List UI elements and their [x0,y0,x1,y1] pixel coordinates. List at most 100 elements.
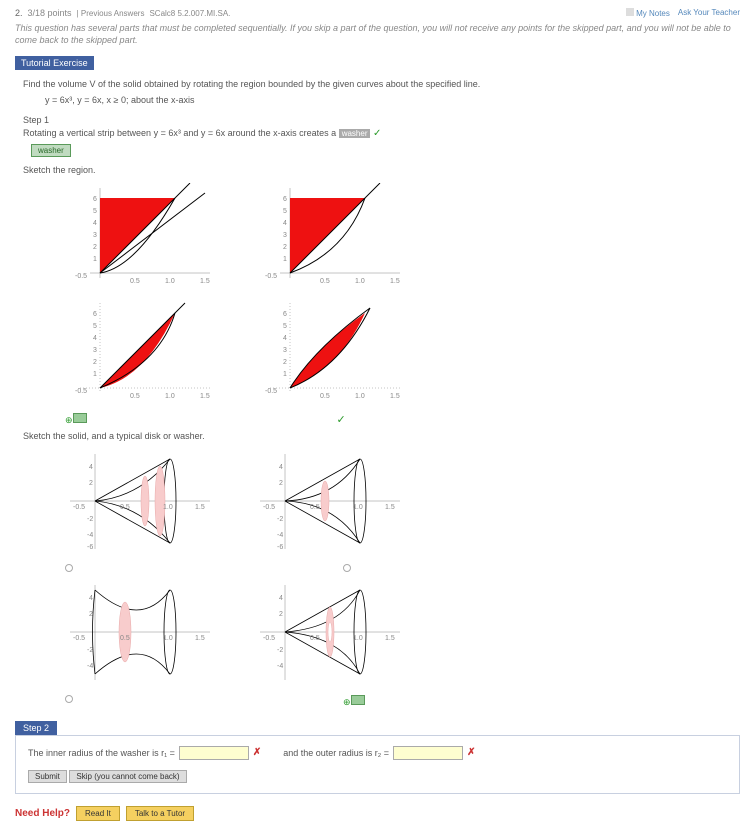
svg-text:5: 5 [93,208,97,215]
check-icon: ✓ [373,128,381,139]
previous-answers-link[interactable]: | Previous Answers [77,9,145,18]
svg-text:4: 4 [93,220,97,227]
read-it-button[interactable]: Read It [76,806,120,821]
svg-text:3: 3 [93,232,97,239]
svg-text:-0.5: -0.5 [263,635,275,642]
svg-text:-4: -4 [277,532,283,539]
region-graph-2[interactable]: -0.5 0.5 1.0 1.5 12 34 56 [255,183,405,290]
svg-text:1.0: 1.0 [163,635,173,642]
svg-text:2: 2 [279,611,283,618]
solid-graph-3[interactable]: -0.50.5 1.01.5 -4-2 24 [65,580,215,687]
svg-text:3: 3 [93,347,97,354]
step1-label: Step 1 [23,115,740,125]
wrong-icon: ✗ [467,747,475,758]
solid-graph-1[interactable]: -0.50.5 1.01.5 -4-2 24 -6 [65,449,215,556]
svg-text:1.5: 1.5 [385,504,395,511]
svg-text:-0.5: -0.5 [75,388,87,395]
need-help-label: Need Help? [15,808,70,819]
svg-text:0.5: 0.5 [310,635,320,642]
svg-text:0.5: 0.5 [320,393,330,400]
washer-dropdown[interactable]: washer [31,144,71,157]
svg-text:1.5: 1.5 [390,278,400,285]
solid-graph-2[interactable]: -0.50.5 1.01.5 -4-2 24 -6 [255,449,405,556]
tutorial-exercise-header: Tutorial Exercise [15,56,94,70]
my-notes-link[interactable]: My Notes [626,8,670,18]
svg-text:4: 4 [283,335,287,342]
svg-text:4: 4 [283,220,287,227]
step2-panel: The inner radius of the washer is r₁ = ✗… [15,735,740,794]
svg-text:-4: -4 [87,532,93,539]
radio-option-1[interactable] [65,564,73,572]
sketch-region-label: Sketch the region. [23,165,740,175]
solid-graph-4[interactable]: -0.50.5 1.01.5 -4-2 24 [255,580,405,687]
outer-radius-input[interactable] [393,746,463,760]
outer-radius-label: and the outer radius is r₂ = [283,748,389,758]
svg-text:-0.5: -0.5 [73,504,85,511]
region-graph-3[interactable]: -0.5 0.5 1.0 1.5 12 34 56 [65,298,215,405]
svg-text:2: 2 [283,244,287,251]
region-graph-4[interactable]: -0.5 0.5 1.0 1.5 12 34 56 [255,298,405,405]
svg-text:1: 1 [283,256,287,263]
svg-text:0.5: 0.5 [320,278,330,285]
svg-text:1: 1 [283,371,287,378]
textbook-ref: SCalc8 5.2.007.MI.SA. [149,9,230,18]
inner-radius-input[interactable] [179,746,249,760]
svg-text:1.5: 1.5 [390,393,400,400]
region-graph-1[interactable]: -0.5 0.5 1.0 1.5 1 2 3 4 5 6 [65,183,215,290]
radio-option-3[interactable] [65,695,73,703]
sketch-solid-label: Sketch the solid, and a typical disk or … [23,431,740,441]
svg-text:1.0: 1.0 [353,504,363,511]
points-label: 3/18 points [28,8,72,18]
svg-text:4: 4 [279,464,283,471]
ask-teacher-link[interactable]: Ask Your Teacher [678,8,740,18]
svg-text:2: 2 [89,480,93,487]
wrong-icon: ✗ [253,747,261,758]
svg-text:5: 5 [283,323,287,330]
svg-text:-0.5: -0.5 [265,273,277,280]
inner-radius-label: The inner radius of the washer is r₁ = [28,748,175,758]
svg-text:1.0: 1.0 [165,393,175,400]
submit-button[interactable]: Submit [28,770,67,783]
svg-text:2: 2 [93,244,97,251]
svg-text:6: 6 [93,196,97,203]
svg-text:2: 2 [89,611,93,618]
svg-text:4: 4 [89,464,93,471]
thumbnail-button[interactable] [351,695,365,705]
svg-text:0.5: 0.5 [130,393,140,400]
svg-text:1.5: 1.5 [195,504,205,511]
svg-text:0.5: 0.5 [120,635,130,642]
skip-button[interactable]: Skip (you cannot come back) [69,770,186,783]
svg-text:1.5: 1.5 [385,635,395,642]
svg-text:1.5: 1.5 [200,278,210,285]
svg-text:4: 4 [93,335,97,342]
svg-text:1.5: 1.5 [195,635,205,642]
svg-text:2: 2 [279,480,283,487]
svg-text:1.0: 1.0 [165,278,175,285]
svg-text:5: 5 [93,323,97,330]
svg-text:0.5: 0.5 [130,278,140,285]
radio-option-2[interactable] [343,564,351,572]
svg-text:-0.5: -0.5 [75,273,87,280]
svg-text:1.0: 1.0 [353,635,363,642]
svg-text:-4: -4 [87,663,93,670]
expand-icon[interactable]: ⊕ [65,415,73,425]
problem-formula: y = 6x³, y = 6x, x ≥ 0; about the x-axis [45,95,740,105]
svg-text:-6: -6 [277,544,283,551]
svg-text:1: 1 [93,256,97,263]
check-icon: ✓ [337,413,346,426]
rotating-text: Rotating a vertical strip between y = 6x… [23,128,740,139]
step2-header: Step 2 [15,721,57,735]
svg-text:-4: -4 [277,663,283,670]
talk-tutor-button[interactable]: Talk to a Tutor [126,806,194,821]
svg-text:1.0: 1.0 [355,278,365,285]
thumbnail-button[interactable] [73,413,87,423]
svg-text:2: 2 [93,359,97,366]
svg-text:0.5: 0.5 [310,504,320,511]
svg-text:1: 1 [93,371,97,378]
expand-icon[interactable]: ⊕ [343,697,351,707]
svg-text:1.5: 1.5 [200,393,210,400]
svg-text:3: 3 [283,347,287,354]
svg-text:6: 6 [283,196,287,203]
svg-text:1.0: 1.0 [163,504,173,511]
svg-text:-2: -2 [277,516,283,523]
